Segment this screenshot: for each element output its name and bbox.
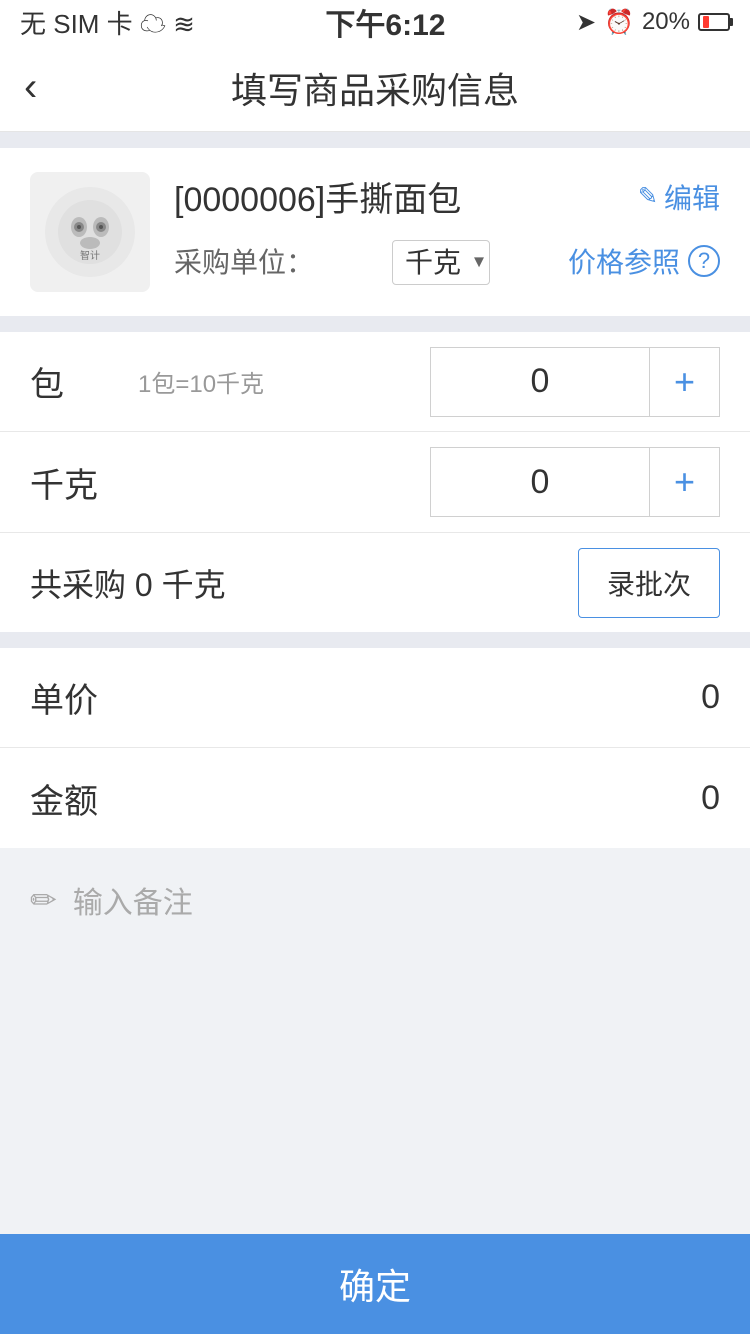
status-bar: 无 SIM 卡 ☁ ≋ 下午6:12 ➤ ⏰ 20% (0, 0, 750, 44)
product-thumbnail: 智计 (30, 172, 150, 292)
unit-price-value: 0 (701, 678, 720, 717)
product-name: [0000006]手撕面包 (174, 172, 461, 221)
bag-sublabel: 1包=10千克 (138, 364, 430, 399)
kg-input-control: + (430, 447, 720, 517)
amount-row: 金额 0 (0, 748, 750, 848)
page-title: 填写商品采购信息 (231, 62, 519, 114)
product-card: 智计 [0000006]手撕面包 ✎ 编辑 采购单位： 千克 价格参照 ? (0, 148, 750, 316)
battery-tip (730, 18, 733, 26)
unit-select[interactable]: 千克 (392, 240, 490, 285)
status-network: 无 SIM 卡 ☁ ≋ (20, 4, 195, 41)
product-logo: 智计 (45, 187, 135, 277)
info-section: 单价 0 金额 0 (0, 648, 750, 848)
edit-icon: ✎ (638, 182, 658, 211)
bag-input-control: + (430, 347, 720, 417)
amount-value: 0 (701, 779, 720, 818)
status-time: 下午6:12 (325, 0, 445, 44)
unit-price-row: 单价 0 (0, 648, 750, 748)
top-divider (0, 132, 750, 148)
middle-divider (0, 316, 750, 332)
status-alarm: ⏰ (604, 8, 634, 37)
input-section: 包 1包=10千克 + 千克 + (0, 332, 750, 532)
pencil-icon: ✏ (30, 881, 57, 919)
svg-text:智计: 智计 (80, 249, 100, 262)
battery-fill (703, 16, 709, 28)
notes-placeholder[interactable]: 输入备注 (73, 878, 193, 922)
price-divider (0, 632, 750, 648)
bag-qty-input[interactable] (430, 347, 650, 417)
product-unit-row: 采购单位： 千克 价格参照 ? (174, 241, 720, 281)
record-batch-button[interactable]: 录批次 (578, 548, 720, 618)
bag-label: 包 (30, 357, 130, 406)
confirm-button[interactable]: 确定 (0, 1234, 750, 1334)
help-icon: ? (688, 245, 720, 277)
kg-input-row: 千克 + (0, 432, 750, 532)
bag-plus-button[interactable]: + (650, 347, 720, 417)
status-location: ➤ (576, 8, 596, 37)
notes-section: ✏ 输入备注 (0, 848, 750, 1148)
product-name-row: [0000006]手撕面包 ✎ 编辑 (174, 172, 720, 221)
status-right: ➤ ⏰ 20% (576, 8, 730, 37)
battery-icon (698, 13, 730, 31)
unit-label: 采购单位： (174, 241, 314, 281)
kg-qty-input[interactable] (430, 447, 650, 517)
edit-button[interactable]: ✎ 编辑 (638, 177, 720, 217)
bag-input-row: 包 1包=10千克 + (0, 332, 750, 432)
product-info: [0000006]手撕面包 ✎ 编辑 采购单位： 千克 价格参照 ? (174, 172, 720, 281)
summary-row: 共采购 0 千克 录批次 (0, 532, 750, 632)
nav-bar: ‹ 填写商品采购信息 (0, 44, 750, 132)
kg-label: 千克 (30, 458, 130, 507)
back-button[interactable]: ‹ (24, 65, 37, 110)
notes-inner: ✏ 输入备注 (30, 878, 720, 922)
price-ref-button[interactable]: 价格参照 ? (568, 241, 720, 281)
unit-price-label: 单价 (30, 673, 98, 722)
kg-plus-button[interactable]: + (650, 447, 720, 517)
unit-select-wrapper[interactable]: 千克 (392, 241, 490, 281)
status-battery-pct: 20% (642, 8, 690, 36)
summary-text: 共采购 0 千克 (30, 560, 226, 606)
amount-label: 金额 (30, 774, 98, 823)
